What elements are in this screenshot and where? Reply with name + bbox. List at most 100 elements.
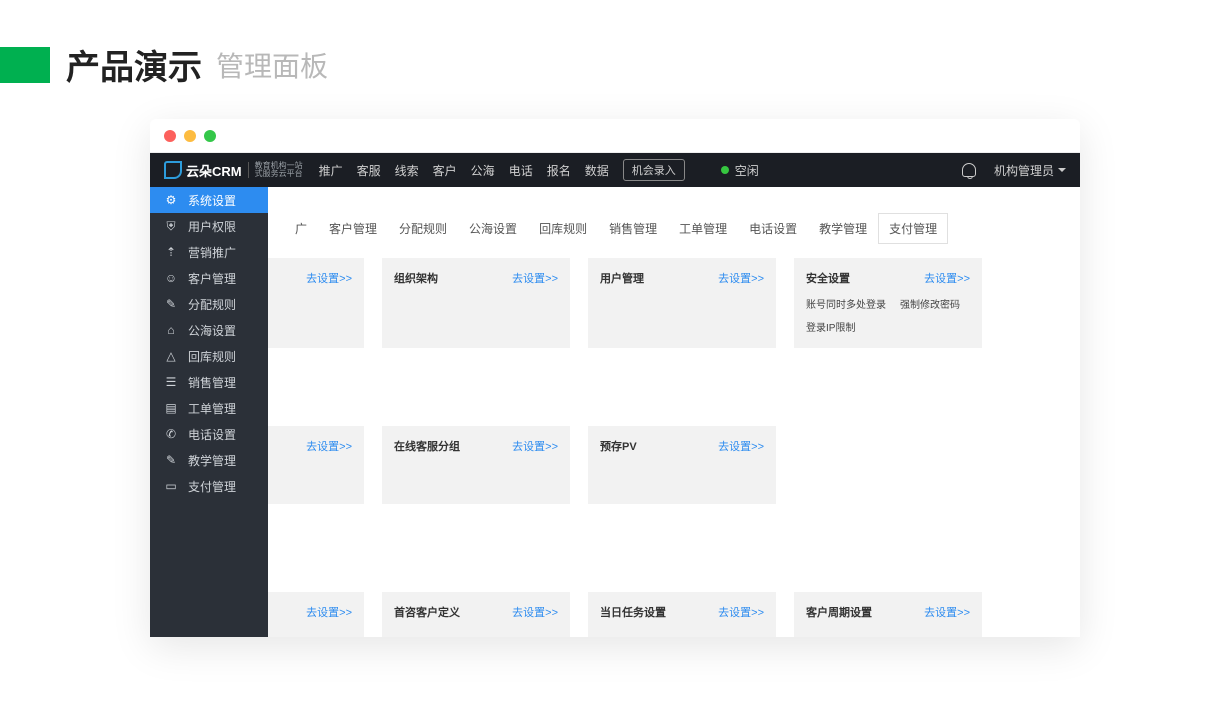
sidebar-item-pool[interactable]: ⌂公海设置 [150,317,268,343]
card-org: 组织架构 去设置>> [382,258,570,348]
card-title: 在线客服分组 [394,438,460,454]
card: 去设置>> [268,258,364,348]
bell-icon[interactable] [962,163,976,177]
sidebar-item-marketing[interactable]: ⇡营销推广 [150,239,268,265]
tab-teaching[interactable]: 教学管理 [808,213,878,244]
sidebar-item-sales[interactable]: ☰销售管理 [150,369,268,395]
sidebar-item-label: 支付管理 [188,478,236,495]
card-row-3: 去设置>> 首咨客户定义去设置>> 当日任务设置去设置>> 客户周期设置去设置>… [284,592,1064,637]
body: ⚙系统设置 ⛨ 用户权限 ⇡营销推广 ☺ 客户管理 ✎ 分配规则 ⌂公海设置 △回库规… [150,187,1080,637]
card-icon: ▭ [164,479,178,493]
card-title: 组织架构 [394,270,438,286]
content: 广 客户管理 分配规则 公海设置 回库规则 销售管理 工单管理 电话设置 教学管… [268,187,1080,637]
sidebar-item-label: 电话设置 [188,426,236,443]
tab-pool[interactable]: 公海设置 [458,213,528,244]
phone-icon: ✆ [164,427,178,441]
chart-icon: ⇡ [164,245,178,259]
nav-data[interactable]: 数据 [585,162,609,179]
page-subtitle: 管理面板 [216,45,328,85]
top-bar: 云朵CRM 教育机构一站 式服务云平台 推广 客服 线索 客户 公海 电话 报名… [150,153,1080,187]
card-security: 安全设置 去设置>> 账号同时多处登录 强制修改密码 登录IP限制 [794,258,982,348]
maximize-icon[interactable] [204,130,216,142]
sidebar-item-label: 分配规则 [188,296,236,313]
tab-return[interactable]: 回库规则 [528,213,598,244]
nav-customer[interactable]: 客户 [433,162,457,179]
sidebar-item-ticket[interactable]: ▤工单管理 [150,395,268,421]
user-role: 机构管理员 [994,162,1054,179]
status-dot-icon [721,166,729,174]
nav-phone[interactable]: 电话 [509,162,533,179]
tag[interactable]: 账号同时多处登录 [806,296,886,311]
sidebar-item-system[interactable]: ⚙系统设置 [150,187,268,213]
go-settings-link[interactable]: 去设置>> [512,270,558,286]
sub-tabs: 广 客户管理 分配规则 公海设置 回库规则 销售管理 工单管理 电话设置 教学管… [284,213,1064,244]
card-row-1: 去设置>> 组织架构 去设置>> 用户管理 去设置>> 安全设置 去设置>> 账号同时… [284,258,1064,348]
go-settings-link[interactable]: 去设置>> [924,270,970,286]
shield-icon: ⛨ [164,219,178,234]
card-pv: 预存PV 去设置>> [588,426,776,504]
tab-phone[interactable]: 电话设置 [738,213,808,244]
sidebar-item-label: 客户管理 [188,270,236,287]
card-title: 当日任务设置 [600,604,666,620]
sidebar-item-phone[interactable]: ✆ 电话设置 [150,421,268,447]
person-icon: ☺ [164,271,178,285]
card-daily-task: 当日任务设置 去设置>> [588,592,776,637]
card-title: 用户管理 [600,270,644,286]
sidebar-item-assign[interactable]: ✎ 分配规则 [150,291,268,317]
sidebar-item-label: 用户权限 [188,218,236,235]
app-window: 云朵CRM 教育机构一站 式服务云平台 推广 客服 线索 客户 公海 电话 报名… [150,119,1080,637]
sidebar-item-teaching[interactable]: ✎教学管理 [150,447,268,473]
top-nav: 推广 客服 线索 客户 公海 电话 报名 数据 [319,162,609,179]
nav-pool[interactable]: 公海 [471,162,495,179]
rule-icon: ✎ [164,297,178,311]
cloud-icon [164,161,182,179]
user-menu[interactable]: 机构管理员 [994,162,1066,179]
sidebar-item-return[interactable]: △回库规则 [150,343,268,369]
sidebar-item-label: 工单管理 [188,400,236,417]
card-title: 客户周期设置 [806,604,872,620]
close-icon[interactable] [164,130,176,142]
minimize-icon[interactable] [184,130,196,142]
status-text: 空闲 [735,162,759,179]
brand-name: 云朵CRM [186,161,242,180]
list-icon: ☰ [164,375,178,389]
go-settings-link[interactable]: 去设置>> [512,438,558,454]
record-opportunity-button[interactable]: 机会录入 [623,159,685,181]
go-settings-link[interactable]: 去设置>> [718,604,764,620]
nav-signup[interactable]: 报名 [547,162,571,179]
tab-customer[interactable]: 客户管理 [318,213,388,244]
tag[interactable]: 强制修改密码 [900,296,960,311]
tab-assign[interactable]: 分配规则 [388,213,458,244]
go-settings-link[interactable]: 去设置>> [306,270,352,286]
chevron-down-icon [1058,168,1066,172]
go-settings-link[interactable]: 去设置>> [512,604,558,620]
window-chrome [150,119,1080,153]
sidebar-item-permissions[interactable]: ⛨ 用户权限 [150,213,268,239]
go-settings-link[interactable]: 去设置>> [718,438,764,454]
go-settings-link[interactable]: 去设置>> [718,270,764,286]
card-title: 预存PV [600,438,637,454]
brand[interactable]: 云朵CRM 教育机构一站 式服务云平台 [164,161,303,180]
sidebar: ⚙系统设置 ⛨ 用户权限 ⇡营销推广 ☺ 客户管理 ✎ 分配规则 ⌂公海设置 △回库规… [150,187,268,637]
go-settings-link[interactable]: 去设置>> [306,438,352,454]
card-user-mgmt: 用户管理 去设置>> [588,258,776,348]
card-tags: 账号同时多处登录 强制修改密码 登录IP限制 [806,296,970,334]
sidebar-item-label: 教学管理 [188,452,236,469]
status-indicator[interactable]: 空闲 [721,162,759,179]
sidebar-item-label: 系统设置 [188,192,236,209]
tab-ticket[interactable]: 工单管理 [668,213,738,244]
tab-sales[interactable]: 销售管理 [598,213,668,244]
card-title: 安全设置 [806,270,850,286]
sidebar-item-label: 回库规则 [188,348,236,365]
tab-partial[interactable]: 广 [284,213,318,244]
nav-leads[interactable]: 线索 [395,162,419,179]
go-settings-link[interactable]: 去设置>> [924,604,970,620]
nav-service[interactable]: 客服 [357,162,381,179]
nav-promo[interactable]: 推广 [319,162,343,179]
sidebar-item-customer[interactable]: ☺ 客户管理 [150,265,268,291]
tag[interactable]: 登录IP限制 [806,319,855,334]
go-settings-link[interactable]: 去设置>> [306,604,352,620]
tab-payment[interactable]: 支付管理 [878,213,948,244]
brand-tagline: 教育机构一站 式服务云平台 [248,162,303,178]
sidebar-item-payment[interactable]: ▭ 支付管理 [150,473,268,499]
